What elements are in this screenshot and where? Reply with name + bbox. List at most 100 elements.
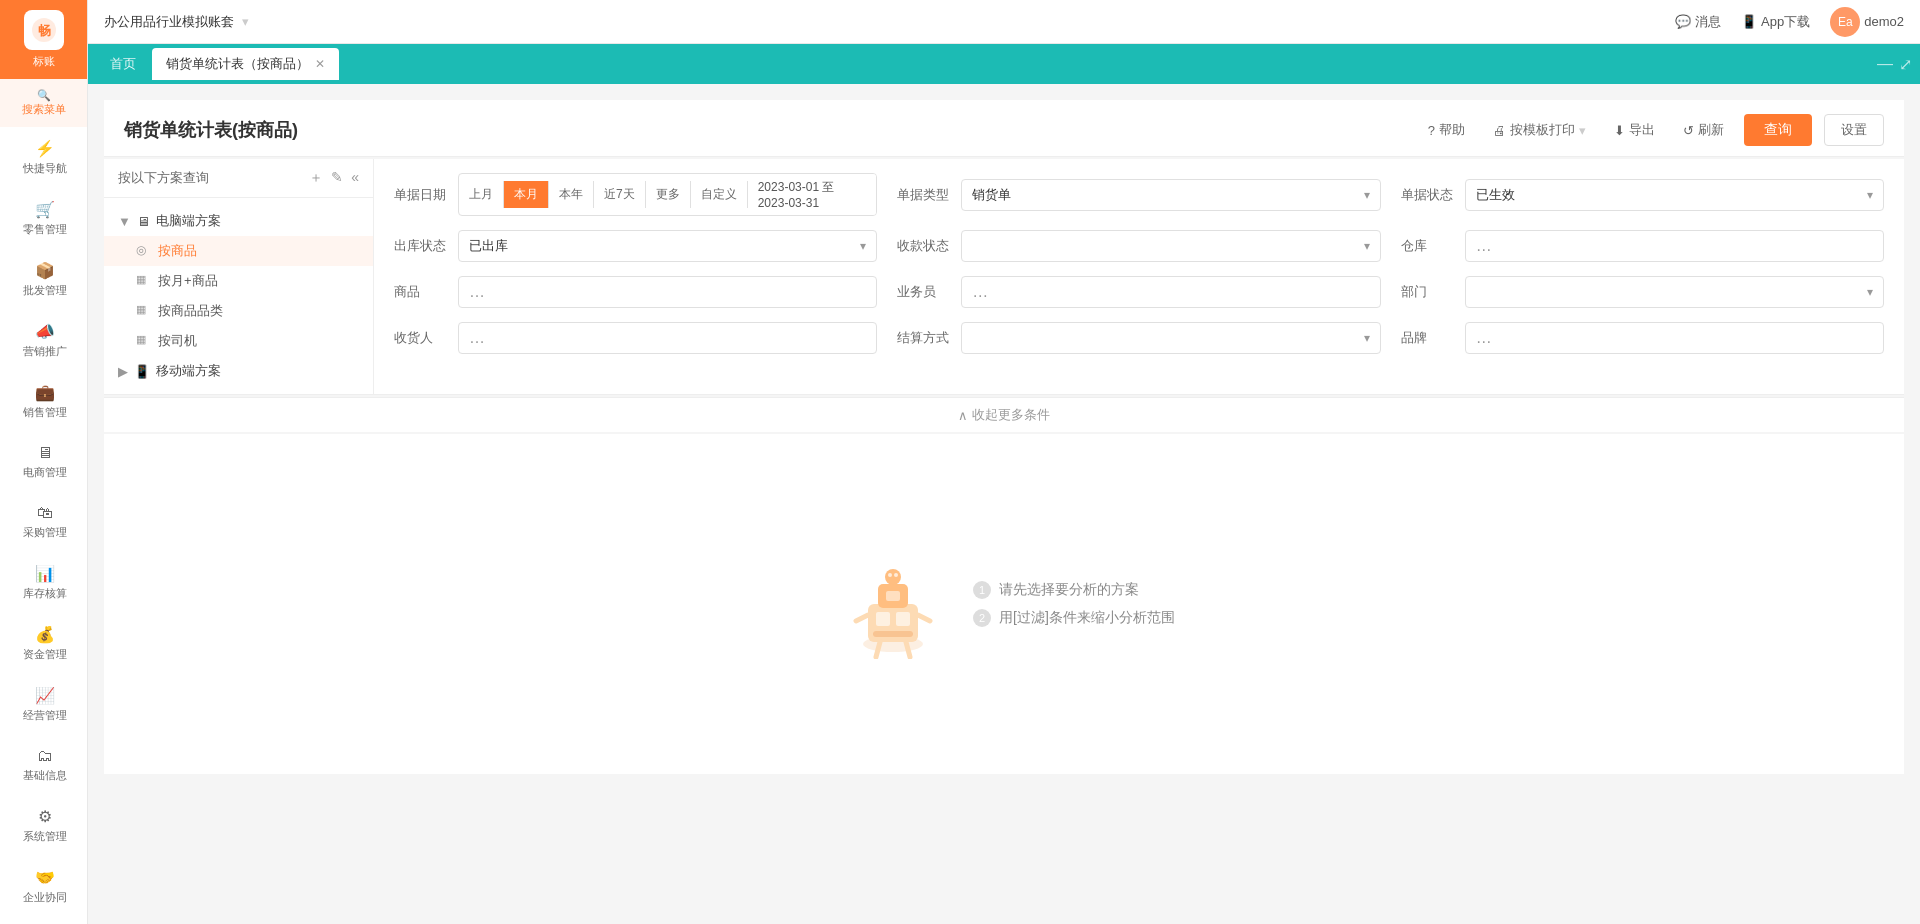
sidebar-item-newuser[interactable]: 👋 新手引导 [0,917,87,924]
sidebar-item-system[interactable]: ⚙ 系统管理 [0,795,87,856]
system-icon: ⚙ [38,807,52,826]
sidebar-item-basic[interactable]: 🗂 基础信息 [0,735,87,795]
sidebar-item-operation[interactable]: 📈 经营管理 [0,674,87,735]
empty-hint-2: 2 用[过滤]条件来缩小分析范围 [973,609,1175,627]
filter-row-2: 出库状态 已出库 ▾ 收款状态 ▾ 仓库 [394,230,1884,262]
tab-close-icon[interactable]: ✕ [315,57,325,71]
scheme-item-by-month-product[interactable]: ▦ 按月+商品 [104,266,373,296]
help-icon: ? [1428,123,1435,138]
warehouse-input[interactable]: … [1465,230,1884,262]
print-icon: 🖨 [1493,123,1506,138]
dept-input[interactable]: ▾ [1465,276,1884,308]
tab-bar: 首页 销货单统计表（按商品） ✕ — ⤢ [88,44,1920,84]
tab-minimize-icon[interactable]: — [1877,55,1893,73]
filter-fields: 单据日期 上月 本月 本年 近7天 更多 自定义 2023-03-01 至 20… [374,159,1904,394]
ecommerce-icon: 🖥 [37,444,53,462]
filter-scheme-sidebar: 按以下方案查询 ＋ ✎ « ▼ 🖥 电脑端方案 [104,159,374,394]
docstatus-value: 已生效 [1476,186,1515,204]
avatar: Ea [1830,7,1860,37]
help-btn[interactable]: ? 帮助 [1420,117,1473,143]
scheme-group-mobile-header[interactable]: ▶ 📱 移动端方案 [104,356,373,386]
scheme-item-by-cashier[interactable]: ▦ 按司机 [104,326,373,356]
add-scheme-icon[interactable]: ＋ [309,169,323,187]
hint1-num: 1 [973,581,991,599]
staff-input[interactable]: … [961,276,1380,308]
scheme-item-by-category[interactable]: ▦ 按商品品类 [104,296,373,326]
outstatus-input[interactable]: 已出库 ▾ [458,230,877,262]
consignee-dots[interactable]: … [469,329,485,347]
consignee-label: 收货人 [394,329,450,347]
product-dots[interactable]: … [469,283,485,301]
collapse-bar[interactable]: ∧ 收起更多条件 [104,397,1904,432]
brand-dots[interactable]: … [1476,329,1492,347]
app-download-btn[interactable]: 📱 App下载 [1741,13,1810,31]
finance-icon: 💰 [35,625,55,644]
logo-area[interactable]: 畅 标账 [0,0,87,79]
collectstatus-arrow-icon: ▾ [1364,239,1370,253]
dept-arrow-icon: ▾ [1867,285,1873,299]
tab-maximize-icon[interactable]: ⤢ [1899,55,1912,74]
sidebar-item-purchase[interactable]: 🛍 采购管理 [0,492,87,552]
filter-payment-field: 结算方式 ▾ [897,322,1380,354]
consignee-input[interactable]: … [458,322,877,354]
filter-staff-field: 业务员 … [897,276,1380,308]
sidebar-item-enterprise[interactable]: 🤝 企业协同 [0,856,87,917]
docstatus-arrow-icon: ▾ [1867,188,1873,202]
empty-hints: 1 请先选择要分析的方案 2 用[过滤]条件来缩小分析范围 [973,581,1175,627]
warehouse-dots[interactable]: … [1476,237,1492,255]
collectstatus-input[interactable]: ▾ [961,230,1380,262]
svg-line-9 [856,615,868,621]
svg-text:畅: 畅 [37,23,50,38]
hint2-num: 2 [973,609,991,627]
date-btn-thismonth[interactable]: 本月 [504,181,549,208]
date-btn-thisyear[interactable]: 本年 [549,181,594,208]
staff-label: 业务员 [897,283,953,301]
page-header-section: 销货单统计表(按商品) ? 帮助 🖨 按模板打印 ▾ ⬇ 导出 [104,100,1904,157]
tab-sales-stats[interactable]: 销货单统计表（按商品） ✕ [152,48,339,80]
date-btn-lastmonth[interactable]: 上月 [459,181,504,208]
collapse-scheme-icon[interactable]: « [351,169,359,187]
date-btn-7days[interactable]: 近7天 [594,181,646,208]
sidebar-item-wholesale[interactable]: 📦 批发管理 [0,249,87,310]
brand-label: 品牌 [1401,329,1457,347]
user-menu[interactable]: Ea demo2 [1830,7,1904,37]
sidebar-item-retail[interactable]: 🛒 零售管理 [0,188,87,249]
search-menu[interactable]: 🔍 搜索菜单 [0,79,87,127]
breadcrumb: 办公用品行业模拟账套 [104,13,234,31]
refresh-btn[interactable]: ↺ 刷新 [1675,117,1732,143]
svg-rect-5 [896,612,910,626]
product-input[interactable]: … [458,276,877,308]
staff-dots[interactable]: … [972,283,988,301]
doctype-arrow-icon: ▾ [1364,188,1370,202]
refresh-icon: ↺ [1683,123,1694,138]
scheme-group-desktop-header[interactable]: ▼ 🖥 电脑端方案 [104,206,373,236]
sidebar-item-marketing[interactable]: 📣 营销推广 [0,310,87,371]
filter-row-3: 商品 … 业务员 … 部门 [394,276,1884,308]
print-btn[interactable]: 🖨 按模板打印 ▾ [1485,117,1594,143]
empty-hint-1: 1 请先选择要分析的方案 [973,581,1175,599]
edit-scheme-icon[interactable]: ✎ [331,169,343,187]
sidebar-item-sales[interactable]: 💼 销售管理 [0,371,87,432]
date-btn-custom[interactable]: 自定义 [691,181,748,208]
empty-icon [833,544,953,664]
scheme-item-by-product[interactable]: ◎ 按商品 [104,236,373,266]
settings-btn[interactable]: 设置 [1824,114,1884,146]
sidebar-item-quicknav[interactable]: ⚡ 快捷导航 [0,127,87,188]
logo-icon: 畅 [24,10,64,50]
search-icon: 🔍 [37,89,51,102]
collectstatus-label: 收款状态 [897,237,953,255]
doctype-input[interactable]: 销货单 ▾ [961,179,1380,211]
sidebar-item-ecommerce[interactable]: 🖥 电商管理 [0,432,87,492]
search-btn[interactable]: 查询 [1744,114,1812,146]
sidebar-item-inventory[interactable]: 📊 库存核算 [0,552,87,613]
date-filter: 上月 本月 本年 近7天 更多 自定义 2023-03-01 至 2023-03… [458,173,877,216]
payment-input[interactable]: ▾ [961,322,1380,354]
brand-input[interactable]: … [1465,322,1884,354]
tab-home[interactable]: 首页 [96,48,150,80]
sidebar-item-finance[interactable]: 💰 资金管理 [0,613,87,674]
page-actions: ? 帮助 🖨 按模板打印 ▾ ⬇ 导出 ↺ 刷新 [1420,114,1884,146]
date-btn-more[interactable]: 更多 [646,181,691,208]
docstatus-input[interactable]: 已生效 ▾ [1465,179,1884,211]
message-btn[interactable]: 💬 消息 [1675,13,1721,31]
export-btn[interactable]: ⬇ 导出 [1606,117,1663,143]
